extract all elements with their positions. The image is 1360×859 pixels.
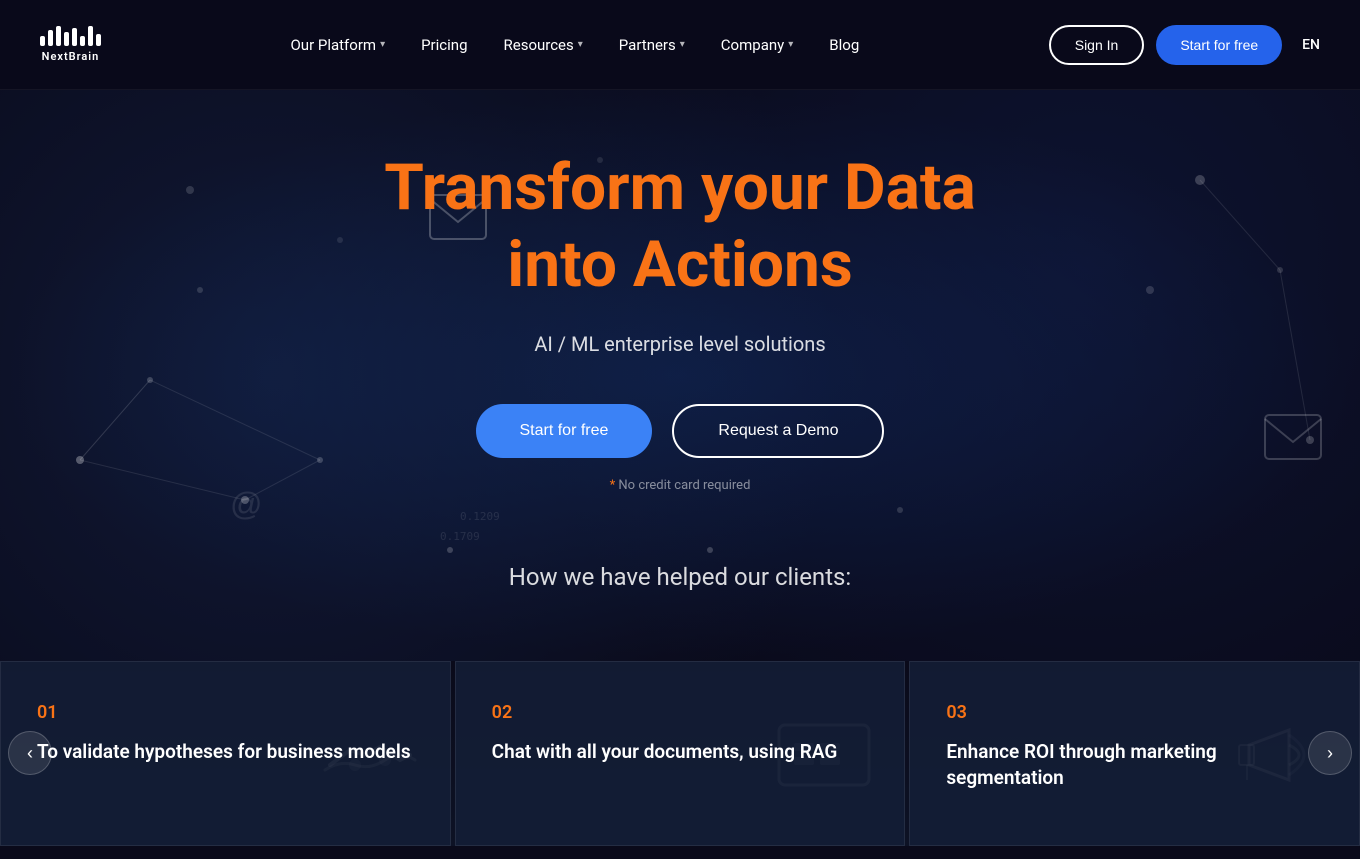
logo-text: NextBrain (42, 50, 100, 63)
logo[interactable]: NextBrain (40, 26, 101, 63)
hero-buttons: Start for free Request a Demo (384, 404, 976, 458)
nav-link-resources[interactable]: Resources ▾ (504, 36, 583, 54)
nav-item-pricing[interactable]: Pricing (421, 36, 467, 54)
hero-content: Transform your Data into Actions AI / ML… (384, 150, 976, 493)
logo-bar-2 (48, 30, 53, 46)
chevron-down-icon: ▾ (578, 39, 583, 50)
cards-container: ‹ 01 To validate hypotheses for business… (0, 661, 1360, 846)
logo-bar-1 (40, 36, 45, 46)
request-demo-button[interactable]: Request a Demo (672, 404, 884, 458)
logo-bar-3 (56, 26, 61, 46)
logo-bar-5 (72, 28, 77, 46)
card-1: 01 To validate hypotheses for business m… (0, 661, 451, 846)
nav-item-partners[interactable]: Partners ▾ (619, 36, 685, 54)
card-icon-1 (310, 705, 430, 825)
nav-actions: Sign In Start for free EN (1049, 25, 1320, 65)
nav-link-our-platform[interactable]: Our Platform ▾ (290, 36, 385, 54)
hero-note: * No credit card required (384, 478, 976, 493)
nav-links: Our Platform ▾ Pricing Resources ▾ Partn… (290, 36, 859, 54)
nav-item-our-platform[interactable]: Our Platform ▾ (290, 36, 385, 54)
cards-wrapper: 01 To validate hypotheses for business m… (0, 661, 1360, 846)
nav-link-partners[interactable]: Partners ▾ (619, 36, 685, 54)
language-switcher[interactable]: EN (1302, 37, 1320, 53)
hero-subtitle: AI / ML enterprise level solutions (384, 332, 976, 356)
logo-bar-8 (96, 34, 101, 46)
chevron-down-icon: ▾ (788, 39, 793, 50)
hero-title: Transform your Data into Actions (384, 150, 976, 304)
start-free-button-hero[interactable]: Start for free (476, 404, 653, 458)
card-icon-2 (764, 705, 884, 825)
nav-link-pricing[interactable]: Pricing (421, 36, 467, 54)
signin-button[interactable]: Sign In (1049, 25, 1145, 65)
nav-link-company[interactable]: Company ▾ (721, 36, 793, 54)
clients-section: How we have helped our clients: (40, 533, 1320, 621)
next-card-button[interactable]: › (1308, 731, 1352, 775)
start-free-button-nav[interactable]: Start for free (1156, 25, 1282, 65)
navbar: NextBrain Our Platform ▾ Pricing Resourc… (0, 0, 1360, 90)
nav-link-blog[interactable]: Blog (829, 36, 859, 54)
logo-icon (40, 26, 101, 46)
chevron-right-icon: › (1327, 743, 1333, 764)
card-3: 03 Enhance ROI through marketing segment… (909, 661, 1360, 846)
nav-item-company[interactable]: Company ▾ (721, 36, 793, 54)
chevron-down-icon: ▾ (380, 39, 385, 50)
chevron-left-icon: ‹ (27, 743, 33, 764)
prev-card-button[interactable]: ‹ (8, 731, 52, 775)
hero-section: @ 0.1209 0.1709 Transform your Data into… (0, 90, 1360, 661)
nav-item-resources[interactable]: Resources ▾ (504, 36, 583, 54)
clients-heading: How we have helped our clients: (80, 563, 1280, 591)
logo-bar-6 (80, 36, 85, 46)
logo-bar-4 (64, 32, 69, 46)
nav-item-blog[interactable]: Blog (829, 36, 859, 54)
card-2: 02 Chat with all your documents, using R… (455, 661, 906, 846)
logo-bar-7 (88, 26, 93, 46)
chevron-down-icon: ▾ (680, 39, 685, 50)
